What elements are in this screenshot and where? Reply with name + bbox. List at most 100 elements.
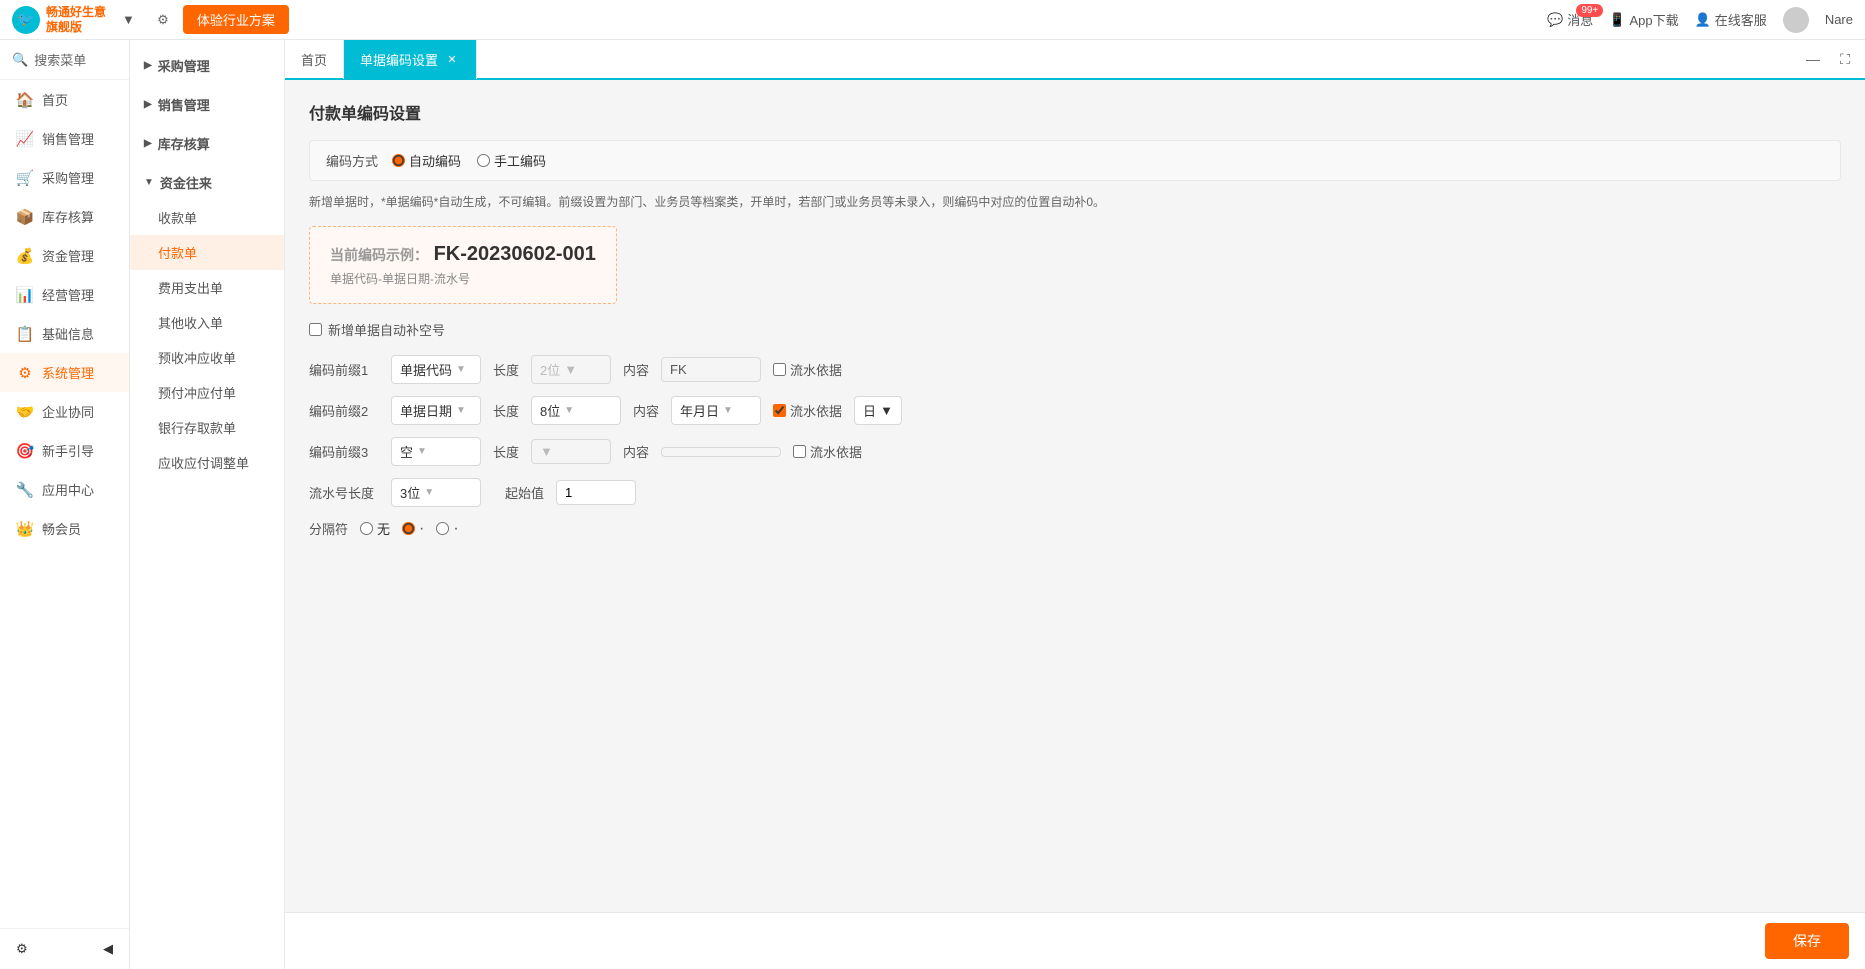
prefix2-content-select[interactable]: 年月日 ▼: [671, 396, 761, 425]
tab-minimize-btn[interactable]: —: [1801, 47, 1825, 71]
layout: 🔍 搜索菜单 🏠 首页 📈 销售管理 🛒 采购管理 📦 库存核算 💰: [0, 0, 1865, 969]
app-download-label: App下载: [1629, 10, 1678, 29]
prefix1-length-label: 长度: [493, 360, 519, 379]
sidebar-label-operations: 经营管理: [42, 285, 94, 304]
sidebar-menu: 🏠 首页 📈 销售管理 🛒 采购管理 📦 库存核算 💰 资金管理 📊 经: [0, 80, 129, 928]
serial-length-arrow: ▼: [424, 487, 434, 498]
sub-item-advance-payment-label: 预付冲应付单: [158, 386, 236, 401]
separator-none-radio[interactable]: [360, 522, 373, 535]
sidebar-item-home[interactable]: 🏠 首页: [0, 80, 129, 119]
purchase-icon: 🛒: [16, 169, 34, 187]
tab-bar: 首页 单据编码设置 ✕ — ⛶: [285, 40, 1865, 80]
sidebar-item-system[interactable]: ⚙ 系统管理: [0, 353, 129, 392]
sidebar-label-guide: 新手引导: [42, 441, 94, 460]
sub-item-other-income[interactable]: 其他收入单: [130, 305, 284, 340]
sidebar-label-appstore: 应用中心: [42, 480, 94, 499]
message-item[interactable]: 💬 消息 99+: [1547, 10, 1593, 29]
auto-encoding-option[interactable]: 自动编码: [392, 151, 461, 170]
sidebar-item-basic[interactable]: 📋 基础信息: [0, 314, 129, 353]
sidebar-item-partner[interactable]: 🤝 企业协同: [0, 392, 129, 431]
sidebar-item-appstore[interactable]: 🔧 应用中心: [0, 470, 129, 509]
separator-none-option[interactable]: 无: [360, 519, 390, 538]
prefix2-length-control[interactable]: 8位 ▼: [531, 396, 621, 425]
serial-start-input[interactable]: [556, 480, 636, 505]
prefix1-label: 编码前缀1: [309, 360, 379, 379]
sub-group-purchase: ▶ 采购管理: [130, 48, 284, 83]
nav-dropdown[interactable]: ▼: [114, 8, 143, 31]
prefix2-day-select[interactable]: 日 ▼: [854, 396, 902, 425]
sub-group-sales-header[interactable]: ▶ 销售管理: [130, 87, 284, 122]
footer-collapse-icon[interactable]: ◀: [103, 941, 113, 957]
prefix2-day-value: 日: [863, 401, 876, 420]
online-service-item[interactable]: 👤 在线客服: [1695, 10, 1767, 29]
sub-group-capital-header[interactable]: ▼ 资金往来: [130, 165, 284, 200]
prefix2-stream-checkbox: 流水依据: [773, 401, 842, 420]
separator-dash-radio[interactable]: [402, 522, 415, 535]
sub-item-payment[interactable]: 付款单: [130, 235, 284, 270]
save-button[interactable]: 保存: [1765, 923, 1849, 959]
auto-complete-row: 新增单据自动补空号: [309, 320, 1841, 339]
prefix2-select[interactable]: 单据日期 ▼: [391, 396, 481, 425]
sub-group-sales: ▶ 销售管理: [130, 87, 284, 122]
prefix3-value: 空: [400, 442, 413, 461]
sub-group-purchase-header[interactable]: ▶ 采购管理: [130, 48, 284, 83]
prefix2-day-arrow: ▼: [880, 403, 893, 418]
sidebar-item-sales[interactable]: 📈 销售管理: [0, 119, 129, 158]
prefix1-value: 单据代码: [400, 360, 452, 379]
tab-home-label: 首页: [301, 50, 327, 69]
serial-length-select[interactable]: 3位 ▼: [391, 478, 481, 507]
prefix2-length-label: 长度: [493, 401, 519, 420]
trial-button[interactable]: 体验行业方案: [183, 5, 289, 34]
chevron-down-icon: ▼: [144, 177, 154, 188]
app-download-item[interactable]: 📱 App下载: [1609, 10, 1678, 29]
inventory-icon: 📦: [16, 208, 34, 226]
sidebar-item-inventory[interactable]: 📦 库存核算: [0, 197, 129, 236]
tab-close-icon[interactable]: ✕: [444, 51, 460, 67]
auto-encoding-radio[interactable]: [392, 154, 405, 167]
user-avatar[interactable]: [1783, 7, 1809, 33]
sub-item-bank-deposit[interactable]: 银行存取款单: [130, 410, 284, 445]
sub-item-bank-deposit-label: 银行存取款单: [158, 421, 236, 436]
prefix2-row: 编码前缀2 单据日期 ▼ 长度 8位 ▼ 内容 年月日 ▼: [309, 396, 1841, 425]
sub-item-advance-payment[interactable]: 预付冲应付单: [130, 375, 284, 410]
sidebar-item-purchase[interactable]: 🛒 采购管理: [0, 158, 129, 197]
tab-encoding[interactable]: 单据编码设置 ✕: [344, 40, 477, 79]
auto-complete-checkbox[interactable]: [309, 323, 322, 336]
sub-group-inventory-label: 库存核算: [158, 134, 210, 153]
footer-settings-icon[interactable]: ⚙: [16, 941, 28, 957]
sidebar-item-member[interactable]: 👑 畅会员: [0, 509, 129, 548]
separator-none-label: 无: [377, 519, 390, 538]
sub-item-receipt[interactable]: 收款单: [130, 200, 284, 235]
sub-group-capital: ▼ 资金往来 收款单 付款单 费用支出单 其他收入单 预收冲应收单 预付冲应付单: [130, 165, 284, 480]
sidebar-item-finance[interactable]: 💰 资金管理: [0, 236, 129, 275]
sidebar-search[interactable]: 🔍 搜索菜单: [0, 40, 129, 80]
sub-group-inventory-header[interactable]: ▶ 库存核算: [130, 126, 284, 161]
dropdown-icon: ▼: [122, 12, 135, 27]
separator-dash-option[interactable]: ·: [402, 520, 424, 538]
prefix1-stream-check[interactable]: [773, 363, 786, 376]
manual-encoding-radio[interactable]: [477, 154, 490, 167]
separator-dot-option[interactable]: ·: [436, 520, 458, 538]
sidebar-label-basic: 基础信息: [42, 324, 94, 343]
prefix1-select[interactable]: 单据代码 ▼: [391, 355, 481, 384]
top-settings-icon[interactable]: ⚙: [149, 6, 177, 34]
prefix3-stream-check[interactable]: [793, 445, 806, 458]
separator-dot-radio[interactable]: [436, 522, 449, 535]
manual-encoding-option[interactable]: 手工编码: [477, 151, 546, 170]
tab-home[interactable]: 首页: [285, 40, 344, 79]
member-icon: 👑: [16, 520, 34, 538]
tab-maximize-btn[interactable]: ⛶: [1833, 47, 1857, 71]
prefix3-select[interactable]: 空 ▼: [391, 437, 481, 466]
sidebar-item-guide[interactable]: 🎯 新手引导: [0, 431, 129, 470]
sub-item-advance-receipt-label: 预收冲应收单: [158, 351, 236, 366]
prefix3-length-control: ▼: [531, 439, 611, 464]
sub-item-expense[interactable]: 费用支出单: [130, 270, 284, 305]
sub-item-advance-receipt[interactable]: 预收冲应收单: [130, 340, 284, 375]
basic-icon: 📋: [16, 325, 34, 343]
sub-item-payable-adjust[interactable]: 应收应付调整单: [130, 445, 284, 480]
code-example-sub: 单据代码-单据日期-流水号: [330, 270, 596, 287]
prefix2-stream-check[interactable]: [773, 404, 786, 417]
sidebar-label-sales: 销售管理: [42, 129, 94, 148]
code-example-main: 当前编码示例： FK-20230602-001: [330, 243, 596, 266]
sidebar-item-operations[interactable]: 📊 经营管理: [0, 275, 129, 314]
